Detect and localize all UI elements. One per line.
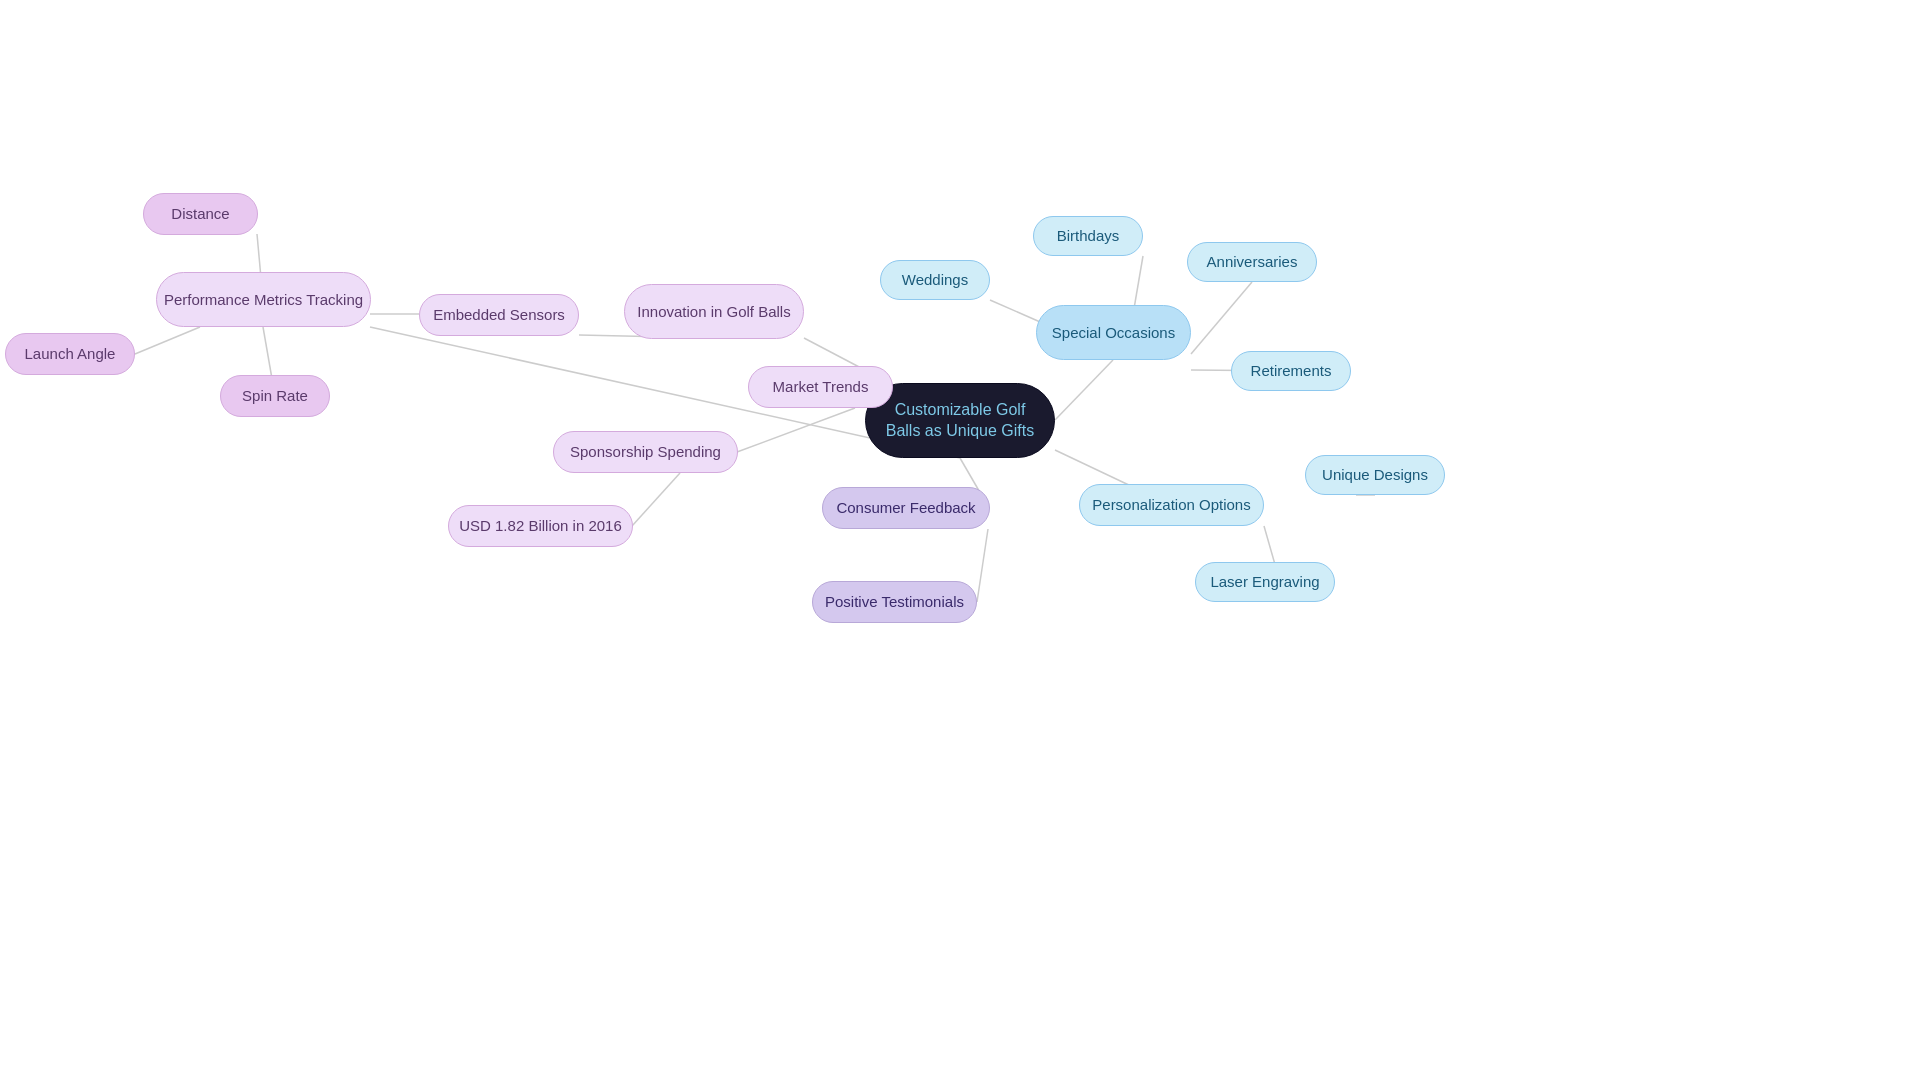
svg-line-14 <box>1191 282 1252 354</box>
launch-angle-node[interactable]: Launch Angle <box>5 333 135 375</box>
retirements-node[interactable]: Retirements <box>1231 351 1351 391</box>
usd-node[interactable]: USD 1.82 Billion in 2016 <box>448 505 633 547</box>
performance-metrics-node[interactable]: Performance Metrics Tracking <box>156 272 371 327</box>
weddings-node[interactable]: Weddings <box>880 260 990 300</box>
spin-rate-node[interactable]: Spin Rate <box>220 375 330 417</box>
special-occasions-node[interactable]: Special Occasions <box>1036 305 1191 360</box>
personalization-node[interactable]: Personalization Options <box>1079 484 1264 526</box>
svg-line-9 <box>632 473 680 526</box>
laser-engraving-node[interactable]: Laser Engraving <box>1195 562 1335 602</box>
center-node[interactable]: Customizable Golf Balls as Unique Gifts <box>865 383 1055 458</box>
positive-testimonials-node[interactable]: Positive Testimonials <box>812 581 977 623</box>
consumer-feedback-node[interactable]: Consumer Feedback <box>822 487 990 529</box>
distance-node[interactable]: Distance <box>143 193 258 235</box>
birthdays-node[interactable]: Birthdays <box>1033 216 1143 256</box>
svg-line-2 <box>135 327 200 354</box>
unique-designs-node[interactable]: Unique Designs <box>1305 455 1445 495</box>
svg-line-8 <box>737 408 855 452</box>
svg-line-11 <box>977 529 988 602</box>
embedded-sensors-node[interactable]: Embedded Sensors <box>419 294 579 336</box>
sponsorship-node[interactable]: Sponsorship Spending <box>553 431 738 473</box>
anniversaries-node[interactable]: Anniversaries <box>1187 242 1317 282</box>
mind-map-connections <box>0 0 1920 1083</box>
innovation-node[interactable]: Innovation in Golf Balls <box>624 284 804 339</box>
svg-line-12 <box>1055 360 1113 420</box>
market-trends-node[interactable]: Market Trends <box>748 366 893 408</box>
